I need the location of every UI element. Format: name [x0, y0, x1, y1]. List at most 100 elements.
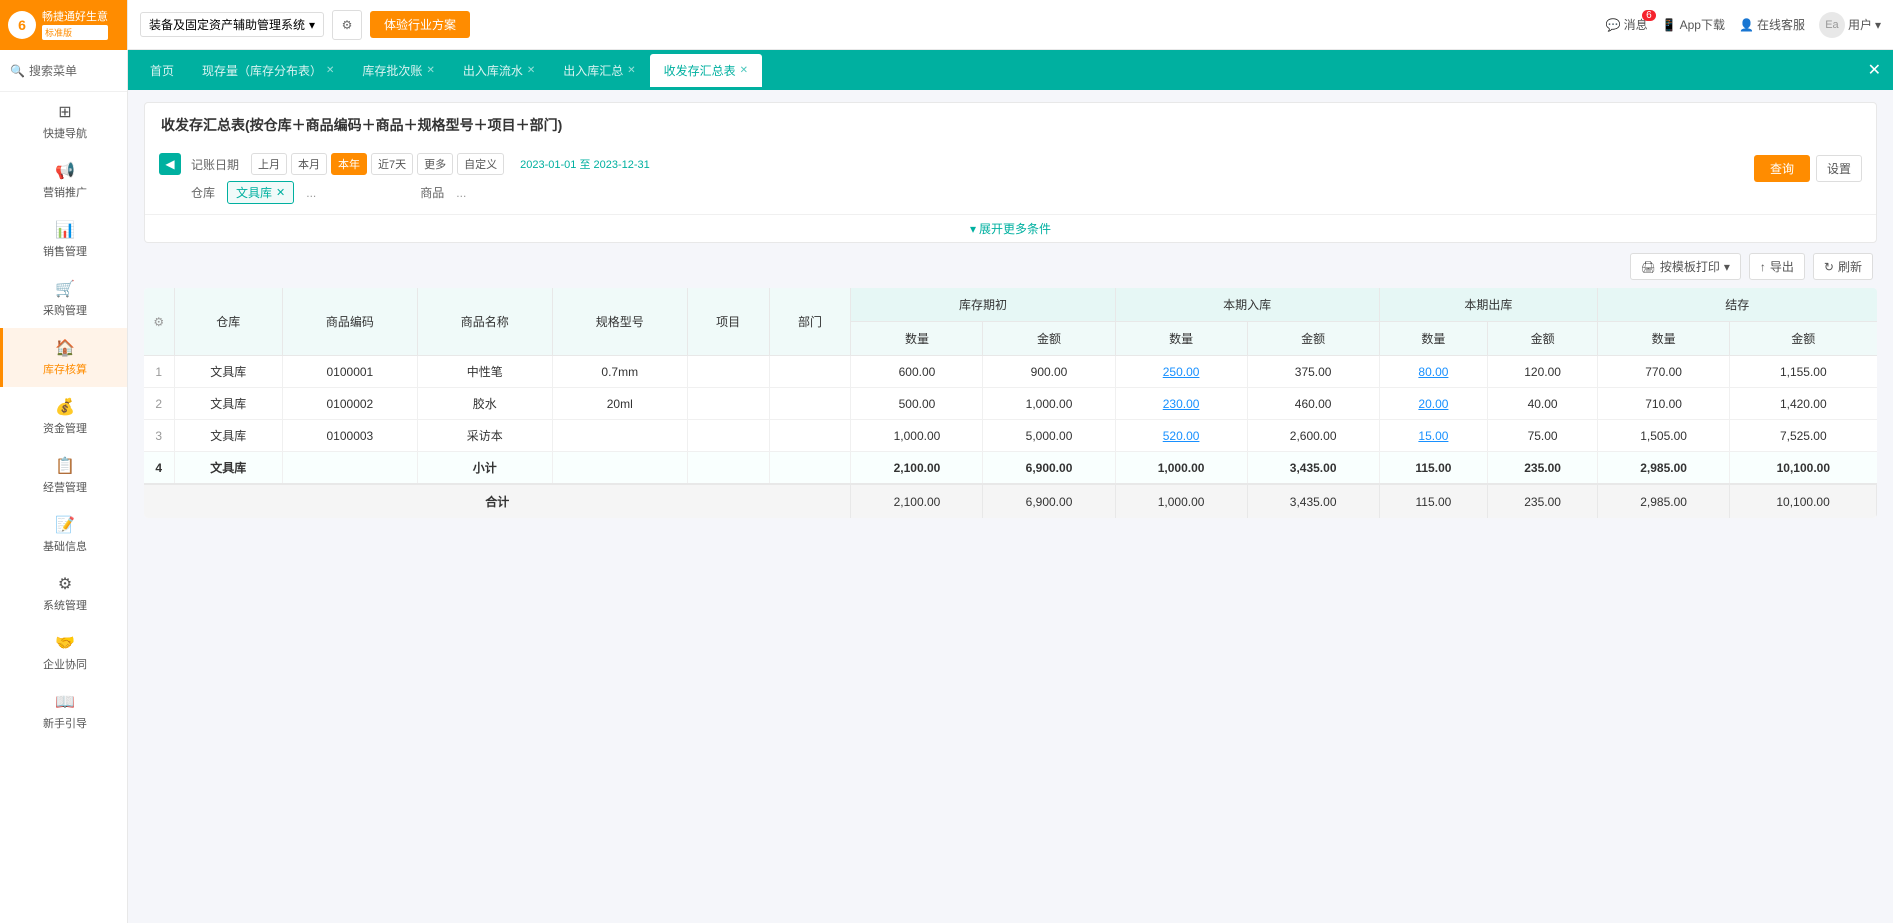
sidebar-item-finance[interactable]: 💰 资金管理	[0, 387, 127, 446]
table-footer: 合计 2,100.00 6,900.00 1,000.00 3,435.00 1…	[144, 484, 1877, 518]
header-settings-button[interactable]: ⚙	[332, 10, 362, 40]
experience-button[interactable]: 体验行业方案	[370, 11, 470, 38]
cell-in-amt: 2,600.00	[1247, 420, 1379, 452]
sidebar-item-system[interactable]: ⚙ 系统管理	[0, 564, 127, 623]
tab-home[interactable]: 首页	[136, 54, 188, 87]
tab-close-inout-flow[interactable]: ✕	[527, 65, 535, 76]
cell-warehouse: 文具库	[174, 356, 282, 388]
cell-row-num: 1	[144, 356, 174, 388]
sidebar-item-purchase[interactable]: 🛒 采购管理	[0, 269, 127, 328]
tab-batch-account[interactable]: 库存批次账 ✕	[348, 54, 448, 87]
template-print-button[interactable]: 🖨 按模板打印 ▾	[1630, 253, 1741, 280]
user-avatar: Ea	[1819, 12, 1845, 38]
expand-arrow-icon: ▾	[970, 222, 976, 236]
query-header: ◀ 记账日期 上月 本月 本年 近7天 更多 自定义 2023	[145, 143, 1876, 215]
table-body: 1文具库0100001中性笔0.7mm600.00900.00250.00375…	[144, 356, 1877, 485]
cell-out-amt: 75.00	[1488, 420, 1598, 452]
tab-inout-flow[interactable]: 出入库流水 ✕	[449, 54, 549, 87]
table-row: 3文具库0100003采访本1,000.005,000.00520.002,60…	[144, 420, 1877, 452]
search-icon: 🔍	[10, 64, 25, 78]
cell-project	[687, 388, 769, 420]
date-btn-this-year[interactable]: 本年	[331, 153, 367, 175]
th-balance-group: 结存	[1598, 288, 1877, 322]
tab-close-receive-summary[interactable]: ✕	[740, 65, 748, 76]
sidebar-item-inventory[interactable]: 🏠 库存核算	[0, 328, 127, 387]
sidebar-item-operation[interactable]: 📋 经营管理	[0, 446, 127, 505]
cell-in-qty: 250.00	[1115, 356, 1247, 388]
print-chevron-icon: ▾	[1724, 260, 1730, 274]
sidebar-item-basic[interactable]: 📝 基础信息	[0, 505, 127, 564]
refresh-button[interactable]: ↻ 刷新	[1813, 253, 1873, 280]
print-icon: 🖨	[1641, 260, 1656, 274]
date-btn-this-month[interactable]: 本月	[291, 153, 327, 175]
warehouse-tag: 文具库 ✕	[227, 181, 294, 204]
tab-bar-close-button[interactable]: ✕	[1864, 56, 1885, 84]
table-settings-button[interactable]: 设置	[1816, 155, 1862, 182]
date-btn-last-month[interactable]: 上月	[251, 153, 287, 175]
cell-goods-spec: 20ml	[552, 388, 687, 420]
system-title-selector[interactable]: 装备及固定资产辅助管理系统 ▾	[140, 12, 324, 37]
tab-inout-summary[interactable]: 出入库汇总 ✕	[549, 54, 649, 87]
cell-dept	[769, 420, 851, 452]
sidebar-item-enterprise[interactable]: 🤝 企业协同	[0, 623, 127, 682]
th-goods-name: 商品名称	[417, 288, 552, 356]
expand-conditions-button[interactable]: ▾ 展开更多条件	[145, 215, 1876, 242]
cell-row-num: 2	[144, 388, 174, 420]
filter-collapse-button[interactable]: ◀	[159, 153, 181, 175]
goods-more[interactable]: ...	[456, 186, 466, 200]
user-action[interactable]: Ea 用户 ▾	[1819, 12, 1881, 38]
cell-opening-qty: 2,100.00	[851, 452, 983, 485]
sidebar-item-sales[interactable]: 📊 销售管理	[0, 210, 127, 269]
cell-balance-qty: 770.00	[1598, 356, 1730, 388]
th-goods-code: 商品编码	[282, 288, 417, 356]
cell-balance-amt: 7,525.00	[1730, 420, 1877, 452]
cell-row-num: 4	[144, 452, 174, 485]
sidebar-logo: 6 畅捷通好生意 标准版	[0, 0, 127, 50]
cell-row-num: 3	[144, 420, 174, 452]
column-settings-icon[interactable]: ⚙	[153, 315, 164, 329]
date-btn-more[interactable]: 更多	[417, 153, 453, 175]
search-menu-button[interactable]: 🔍 搜索菜单	[8, 58, 119, 83]
date-btn-7days[interactable]: 近7天	[371, 153, 413, 175]
tab-close-inout-summary[interactable]: ✕	[627, 65, 635, 76]
main-content-area: 收发存汇总表(按仓库＋商品编码＋商品＋规格型号＋项目＋部门) ◀ 记账日期 上月…	[128, 90, 1893, 923]
tab-receive-summary[interactable]: 收发存汇总表 ✕	[650, 54, 762, 87]
logo-text: 畅捷通好生意	[42, 10, 108, 24]
cell-dept	[769, 452, 851, 485]
cell-goods-name: 中性笔	[417, 356, 552, 388]
cell-balance-qty: 710.00	[1598, 388, 1730, 420]
cell-in-qty: 520.00	[1115, 420, 1247, 452]
main-content: 装备及固定资产辅助管理系统 ▾ ⚙ 体验行业方案 💬 消息 6 📱 App下载 …	[128, 0, 1893, 923]
cell-warehouse: 文具库	[174, 388, 282, 420]
cell-balance-qty: 1,505.00	[1598, 420, 1730, 452]
sidebar-search-area: 🔍 搜索菜单	[0, 50, 127, 92]
cell-opening-qty: 500.00	[851, 388, 983, 420]
warehouse-more[interactable]: ...	[306, 186, 316, 200]
cell-warehouse: 文具库	[174, 420, 282, 452]
sidebar-item-marketing[interactable]: 📢 营销推广	[0, 151, 127, 210]
footer-in-amt: 3,435.00	[1247, 484, 1379, 518]
message-action[interactable]: 💬 消息 6	[1606, 16, 1648, 33]
th-dept: 部门	[769, 288, 851, 356]
online-service-action[interactable]: 👤 在线客服	[1739, 16, 1805, 33]
message-icon: 💬	[1606, 18, 1621, 32]
cell-goods-name: 胶水	[417, 388, 552, 420]
sidebar-item-quick-nav[interactable]: ⊞ 快捷导航	[0, 92, 127, 151]
tab-close-batch-account[interactable]: ✕	[426, 65, 434, 76]
query-button[interactable]: 查询	[1754, 155, 1810, 182]
cell-goods-code: 0100003	[282, 420, 417, 452]
cell-in-amt: 3,435.00	[1247, 452, 1379, 485]
export-button[interactable]: ↑ 导出	[1749, 253, 1805, 280]
tab-inventory-dist[interactable]: 现存量（库存分布表） ✕	[188, 54, 348, 87]
query-area: ◀ 记账日期 上月 本月 本年 近7天 更多 自定义 2023	[144, 143, 1877, 243]
system-title-text: 装备及固定资产辅助管理系统	[149, 16, 305, 33]
sidebar-item-guide[interactable]: 📖 新手引导	[0, 682, 127, 741]
date-btn-custom[interactable]: 自定义	[457, 153, 504, 175]
th-in-group: 本期入库	[1115, 288, 1379, 322]
cell-warehouse: 文具库	[174, 452, 282, 485]
tab-close-inventory-dist[interactable]: ✕	[326, 65, 334, 76]
th-project: 项目	[687, 288, 769, 356]
app-download-action[interactable]: 📱 App下载	[1662, 16, 1725, 33]
warehouse-tag-remove[interactable]: ✕	[276, 186, 285, 199]
date-shortcuts: 上月 本月 本年 近7天 更多 自定义	[251, 153, 504, 175]
